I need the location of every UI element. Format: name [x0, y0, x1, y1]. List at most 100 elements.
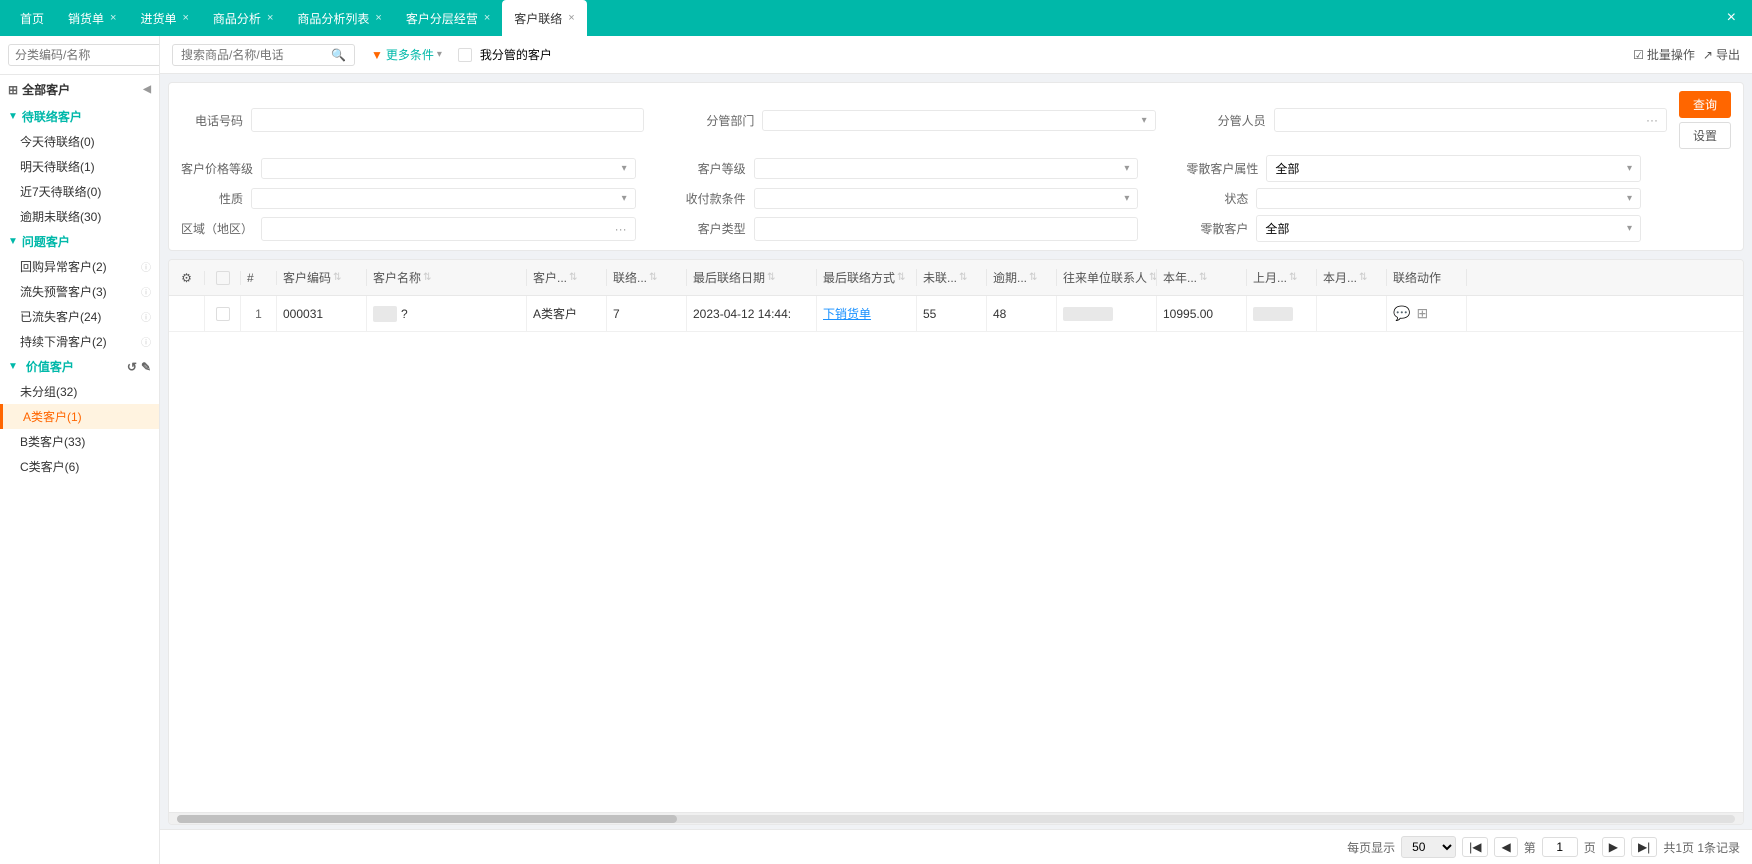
nav-customer-contact[interactable]: 客户联络 ×	[502, 0, 586, 36]
close-segment-icon[interactable]: ×	[484, 12, 490, 24]
sidebar-item-churn-warning[interactable]: 流失预警客户(3) ⓘ	[0, 279, 159, 304]
export-icon: ↗	[1703, 48, 1713, 62]
filter-payment: 收付款条件 ▾	[684, 188, 1139, 209]
nav-customer-segment[interactable]: 客户分层经营 ×	[394, 0, 502, 36]
nav-product-analysis-list[interactable]: 商品分析列表 ×	[285, 0, 393, 36]
edit-icon[interactable]: ✎	[141, 360, 151, 374]
region-select[interactable]: ···	[261, 217, 636, 241]
sidebar-item-today[interactable]: 今天待联络(0)	[0, 129, 159, 154]
page-size-select[interactable]: 50 100	[1401, 836, 1456, 858]
th-name[interactable]: 客户名称 ⇅	[367, 269, 527, 286]
sidebar-item-unclassified[interactable]: 未分组(32)	[0, 379, 159, 404]
sidebar-search-input[interactable]	[8, 44, 160, 66]
th-nocontact[interactable]: 未联... ⇅	[917, 269, 987, 286]
next-page-button[interactable]: ▶	[1602, 837, 1625, 857]
lastway-link[interactable]: 下销货单	[823, 305, 871, 322]
sort-lastway-icon: ⇅	[897, 272, 905, 283]
last-page-button[interactable]: ▶|	[1631, 837, 1657, 857]
th-action: 联络动作	[1387, 269, 1467, 286]
filter-panel: 电话号码 分管部门 ▾ 分管人员 ···	[168, 82, 1744, 251]
dept-select[interactable]: ▾	[762, 110, 1155, 131]
close-purchase-icon[interactable]: ×	[182, 12, 188, 24]
sidebar-item-a-class[interactable]: A类客户(1)	[0, 404, 159, 429]
sidebar-group-pending[interactable]: ▼ 待联络客户	[0, 104, 159, 129]
refresh-icon[interactable]: ↺	[127, 360, 137, 374]
sidebar-group-problem[interactable]: ▼ 问题客户	[0, 229, 159, 254]
query-button[interactable]: 查询	[1679, 91, 1731, 118]
th-lastdate[interactable]: 最后联络日期 ⇅	[687, 269, 817, 286]
th-checkbox[interactable]	[205, 271, 241, 285]
nav-purchase[interactable]: 进货单 ×	[128, 0, 200, 36]
search-icon[interactable]: 🔍	[331, 48, 346, 62]
main-search-input[interactable]	[181, 48, 331, 62]
sidebar-item-c-class[interactable]: C类客户(6)	[0, 454, 159, 479]
td-code: 000031	[277, 296, 367, 331]
sidebar-item-b-class[interactable]: B类客户(33)	[0, 429, 159, 454]
th-code[interactable]: 客户编码 ⇅	[277, 269, 367, 286]
page-number-input[interactable]	[1542, 837, 1578, 857]
th-contact[interactable]: 联络... ⇅	[607, 269, 687, 286]
customer-avatar	[373, 306, 397, 322]
sort-nocontact-icon: ⇅	[959, 272, 967, 283]
sidebar-item-7days[interactable]: 近7天待联络(0)	[0, 179, 159, 204]
my-customer-check[interactable]	[458, 48, 472, 62]
td-lastdate: 2023-04-12 14:44:	[687, 296, 817, 331]
payment-select[interactable]: ▾	[754, 188, 1139, 209]
qrcode-icon[interactable]: ⊞	[1416, 305, 1428, 322]
th-lastmonth[interactable]: 上月... ⇅	[1247, 269, 1317, 286]
customer-level-select[interactable]: ▾	[754, 158, 1139, 179]
my-customer-checkbox[interactable]: 我分管的客户	[458, 46, 552, 63]
nav-sales[interactable]: 销货单 ×	[56, 0, 128, 36]
more-filter-button[interactable]: ▼ 更多条件 ▾	[363, 42, 450, 67]
row-checkbox[interactable]	[216, 307, 230, 321]
dept-arrow-icon: ▾	[1142, 115, 1147, 126]
retail-attr-select[interactable]: 全部 ▾	[1266, 155, 1641, 182]
person-select[interactable]: ···	[1274, 108, 1667, 132]
close-contact-icon[interactable]: ×	[568, 12, 574, 24]
sidebar: 🔍 ⊞ 全部客户 ◀ ▼ 待联络客户 今天待联络(0) 明天待联络(1) 近7天…	[0, 36, 160, 864]
prev-page-button[interactable]: ◀	[1494, 837, 1517, 857]
customer-type-input[interactable]	[754, 217, 1139, 241]
nature-select[interactable]: ▾	[251, 188, 636, 209]
td-num: 1	[241, 296, 277, 331]
sidebar-all-customers[interactable]: ⊞ 全部客户 ◀	[0, 75, 159, 104]
nav-product-analysis[interactable]: 商品分析 ×	[201, 0, 285, 36]
sidebar-item-abnormal[interactable]: 回购异常客户(2) ⓘ	[0, 254, 159, 279]
th-thismonth[interactable]: 本月... ⇅	[1317, 269, 1387, 286]
th-thisyear[interactable]: 本年... ⇅	[1157, 269, 1247, 286]
th-overdue[interactable]: 逾期... ⇅	[987, 269, 1057, 286]
horizontal-scrollbar[interactable]	[169, 812, 1743, 824]
sidebar-item-declining[interactable]: 持续下滑客户(2) ⓘ	[0, 329, 159, 354]
close-product-analysis-icon[interactable]: ×	[267, 12, 273, 24]
retail-customer-select[interactable]: 全部 ▾	[1256, 215, 1641, 242]
settings-button[interactable]: 设置	[1679, 122, 1731, 149]
sidebar-item-overdue-contact[interactable]: 逾期未联络(30)	[0, 204, 159, 229]
sidebar-group-value[interactable]: ▼ 价值客户 ↺ ✎	[0, 354, 159, 379]
filter-dept: 分管部门 ▾	[692, 110, 1155, 131]
batch-operation-button[interactable]: ☑ 批量操作	[1633, 46, 1695, 63]
close-product-list-icon[interactable]: ×	[375, 12, 381, 24]
nav-home[interactable]: 首页	[8, 0, 56, 36]
message-icon[interactable]: 💬	[1393, 305, 1410, 322]
td-nocontact: 55	[917, 296, 987, 331]
pagination: 每页显示 50 100 |◀ ◀ 第 页 ▶ ▶| 共1页 1条记录	[160, 829, 1752, 864]
phone-input[interactable]	[251, 108, 644, 132]
scrollbar-thumb[interactable]	[177, 815, 677, 823]
sidebar-item-tomorrow[interactable]: 明天待联络(1)	[0, 154, 159, 179]
td-checkbox[interactable]	[205, 296, 241, 331]
sidebar-item-churned[interactable]: 已流失客户(24) ⓘ	[0, 304, 159, 329]
filter-row-1: 电话号码 分管部门 ▾ 分管人员 ···	[181, 91, 1731, 149]
export-button[interactable]: ↗ 导出	[1703, 46, 1740, 63]
th-settings[interactable]: ⚙	[169, 271, 205, 285]
first-page-button[interactable]: |◀	[1462, 837, 1488, 857]
th-unit[interactable]: 往来单位联系人 ⇅	[1057, 269, 1157, 286]
toolbar-right: ☑ 批量操作 ↗ 导出	[1633, 46, 1740, 63]
window-close-button[interactable]: ×	[1719, 9, 1744, 27]
sort-thismonth-icon: ⇅	[1359, 272, 1367, 283]
close-sales-icon[interactable]: ×	[110, 12, 116, 24]
th-type[interactable]: 客户... ⇅	[527, 269, 607, 286]
header-checkbox[interactable]	[216, 271, 230, 285]
price-level-select[interactable]: ▾	[261, 158, 636, 179]
th-lastway[interactable]: 最后联络方式 ⇅	[817, 269, 917, 286]
status-select[interactable]: ▾	[1256, 188, 1641, 209]
